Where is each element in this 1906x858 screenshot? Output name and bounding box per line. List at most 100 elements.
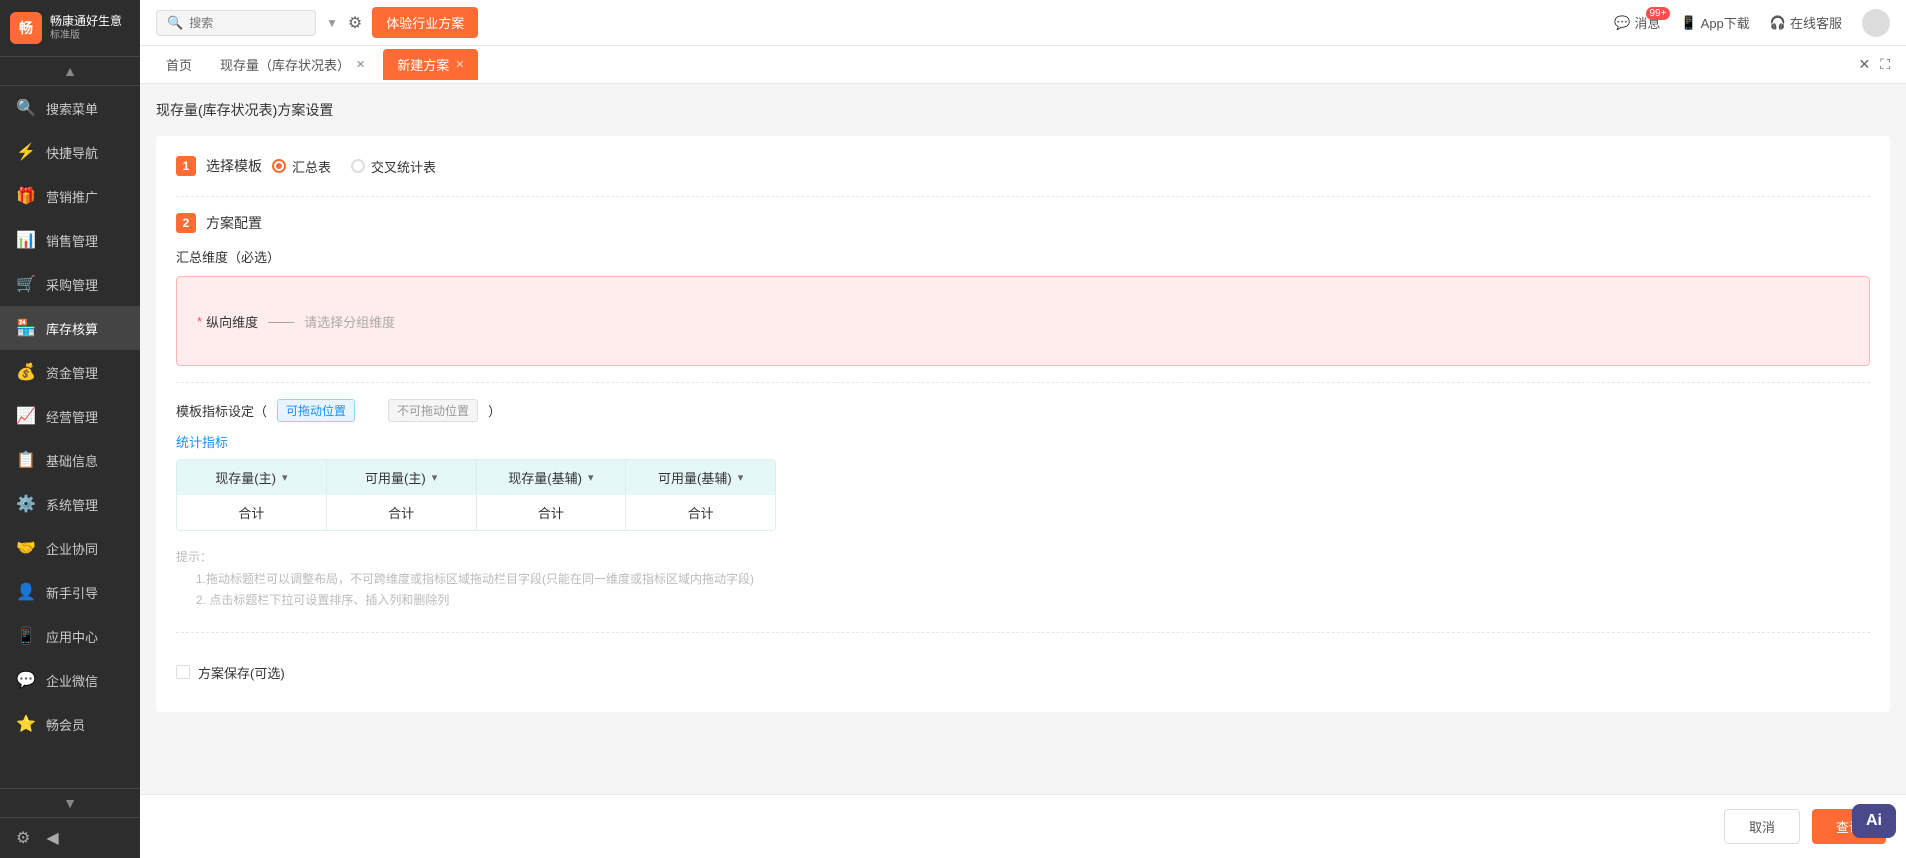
marketing-icon: 🎁 (16, 186, 36, 206)
trial-button[interactable]: 体验行业方案 (372, 7, 478, 38)
sidebar-item-label: 企业协同 (46, 539, 98, 558)
close-window-btn[interactable]: ✕ (1858, 56, 1870, 73)
sidebar-item-sales[interactable]: 📊 销售管理 (0, 218, 140, 262)
message-button[interactable]: 💬 消息 99+ (1614, 13, 1660, 32)
basic-info-icon: 📋 (16, 450, 36, 470)
topbar-dropdown-arrow[interactable]: ▼ (326, 16, 338, 30)
dimension-dash: —— (268, 314, 294, 329)
sidebar-item-label: 销售管理 (46, 231, 98, 250)
radio-summary[interactable]: 汇总表 (272, 157, 331, 176)
tab-inventory-close[interactable]: ✕ (356, 58, 365, 71)
tab-new-scheme-label: 新建方案 (397, 55, 449, 74)
tips-item-1: 1.拖动标题栏可以调整布局，不可跨维度或指标区域拖动栏目字段(只能在同一维度或指… (176, 569, 1870, 591)
stats-col-3[interactable]: 现存量(基辅) ▾ (477, 460, 627, 495)
main-area: 🔍 ▼ ⚙ 体验行业方案 💬 消息 99+ 📱 App下载 🎧 在线客服 (140, 0, 1906, 858)
sidebar-item-label: 经营管理 (46, 407, 98, 426)
tab-inventory[interactable]: 现存量（库存状况表） ✕ (206, 49, 379, 80)
message-icon: 💬 (1614, 15, 1630, 31)
tab-new-scheme[interactable]: 新建方案 ✕ (383, 49, 478, 80)
save-scheme-row: 方案保存(可选) (176, 649, 1870, 692)
inventory-icon: 🏪 (16, 318, 36, 338)
collapse-icon[interactable]: ◀ (46, 828, 58, 848)
dimension-box[interactable]: * 纵向维度 —— 请选择分组维度 (176, 276, 1870, 366)
sidebar-item-basic-info[interactable]: 📋 基础信息 (0, 438, 140, 482)
sidebar-item-label: 营销推广 (46, 187, 98, 206)
stats-col-3-chevron[interactable]: ▾ (588, 471, 594, 484)
settings-icon[interactable]: ⚙ (16, 828, 30, 848)
section-template: 1 选择模板 汇总表 交叉统计表 (176, 156, 1870, 176)
indicator-settings-suffix-part (365, 401, 378, 420)
topbar-right: 💬 消息 99+ 📱 App下载 🎧 在线客服 (1614, 9, 1890, 37)
topbar-gear-icon[interactable]: ⚙ (348, 13, 362, 33)
quick-nav-icon: ⚡ (16, 142, 36, 162)
stats-body-cell-3: 合计 (477, 495, 627, 530)
stats-col-1-chevron[interactable]: ▾ (282, 471, 288, 484)
sidebar-item-quick-nav[interactable]: ⚡ 快捷导航 (0, 130, 140, 174)
sidebar-item-purchase[interactable]: 🛒 采购管理 (0, 262, 140, 306)
tab-window-controls: ✕ ⛶ (1858, 56, 1890, 73)
sidebar-item-label: 畅会员 (46, 715, 85, 734)
online-service-label: 在线客服 (1790, 13, 1842, 32)
radio-summary-label: 汇总表 (292, 157, 331, 176)
section2-number: 2 (176, 213, 196, 233)
online-service-button[interactable]: 🎧 在线客服 (1770, 13, 1842, 32)
indicator-settings-label: 模板指标设定（ (176, 401, 267, 420)
radio-cross[interactable]: 交叉统计表 (351, 157, 436, 176)
cancel-button[interactable]: 取消 (1724, 809, 1800, 844)
sidebar-item-member[interactable]: ⭐ 畅会员 (0, 702, 140, 746)
section1-number: 1 (176, 156, 196, 176)
stats-table-header: 现存量(主) ▾ 可用量(主) ▾ 现存量(基辅) ▾ 可用量(基辅) (177, 460, 775, 495)
app-logo-icon: 畅 (10, 12, 42, 44)
radio-summary-circle (272, 159, 286, 173)
dimension-placeholder-text: 请选择分组维度 (304, 312, 395, 331)
sidebar-item-inventory[interactable]: 🏪 库存核算 (0, 306, 140, 350)
sidebar-item-finance[interactable]: 💰 资金管理 (0, 350, 140, 394)
tips-item-2: 2. 点击标题栏下拉可设置排序、插入列和删除列 (176, 590, 1870, 612)
tab-inventory-label: 现存量（库存状况表） (220, 55, 350, 74)
sidebar-item-new-user[interactable]: 👤 新手引导 (0, 570, 140, 614)
dimension-field-label: 纵向维度 (206, 312, 258, 331)
sidebar-item-search[interactable]: 🔍 搜索菜单 (0, 86, 140, 130)
search-box[interactable]: 🔍 (156, 10, 316, 36)
stats-col-2-chevron[interactable]: ▾ (432, 471, 438, 484)
sidebar-item-label: 资金管理 (46, 363, 98, 382)
sidebar-item-label: 企业微信 (46, 671, 98, 690)
sidebar-item-marketing[interactable]: 🎁 营销推广 (0, 174, 140, 218)
stats-col-4-chevron[interactable]: ▾ (738, 471, 744, 484)
topbar-left: 🔍 ▼ ⚙ 体验行业方案 (156, 7, 478, 38)
purchase-icon: 🛒 (16, 274, 36, 294)
app-download-button[interactable]: 📱 App下载 (1680, 13, 1749, 32)
save-scheme-checkbox[interactable] (176, 665, 190, 679)
stats-col-4[interactable]: 可用量(基辅) ▾ (626, 460, 775, 495)
draggable-badge: 可拖动位置 (277, 399, 355, 422)
radio-cross-label: 交叉统计表 (371, 157, 436, 176)
sidebar-item-label: 采购管理 (46, 275, 98, 294)
sidebar-item-label: 基础信息 (46, 451, 98, 470)
stats-col-3-label: 现存量(基辅) (508, 468, 582, 487)
settings-card: 1 选择模板 汇总表 交叉统计表 (156, 136, 1890, 712)
tabs-bar: 首页 现存量（库存状况表） ✕ 新建方案 ✕ ✕ ⛶ (140, 46, 1906, 84)
stats-col-2[interactable]: 可用量(主) ▾ (327, 460, 477, 495)
sidebar-item-wechat[interactable]: 💬 企业微信 (0, 658, 140, 702)
section-config: 2 方案配置 汇总维度（必选） * 纵向维度 —— 请选择分组维度 模板指标设定… (176, 213, 1870, 612)
stats-col-1[interactable]: 现存量(主) ▾ (177, 460, 327, 495)
sidebar-item-operation[interactable]: 📈 经营管理 (0, 394, 140, 438)
expand-window-btn[interactable]: ⛶ (1880, 56, 1890, 73)
sidebar-item-app-center[interactable]: 📱 应用中心 (0, 614, 140, 658)
section-divider-3 (176, 632, 1870, 633)
tab-home[interactable]: 首页 (156, 49, 202, 80)
new-user-icon: 👤 (16, 582, 36, 602)
headset-icon: 🎧 (1770, 15, 1786, 31)
tab-new-scheme-close[interactable]: ✕ (455, 58, 464, 71)
stats-body-cell-1: 合计 (177, 495, 327, 530)
finance-icon: 💰 (16, 362, 36, 382)
sidebar-scroll-up[interactable]: ▲ (63, 61, 77, 81)
search-input[interactable] (189, 16, 289, 30)
user-avatar[interactable] (1862, 9, 1890, 37)
topbar: 🔍 ▼ ⚙ 体验行业方案 💬 消息 99+ 📱 App下载 🎧 在线客服 (140, 0, 1906, 46)
dimension-label: 汇总维度（必选） (176, 247, 1870, 266)
sidebar-item-system[interactable]: ⚙️ 系统管理 (0, 482, 140, 526)
sidebar-item-label: 库存核算 (46, 319, 98, 338)
sidebar-scroll-down[interactable]: ▼ (63, 793, 77, 813)
sidebar-item-cooperation[interactable]: 🤝 企业协同 (0, 526, 140, 570)
